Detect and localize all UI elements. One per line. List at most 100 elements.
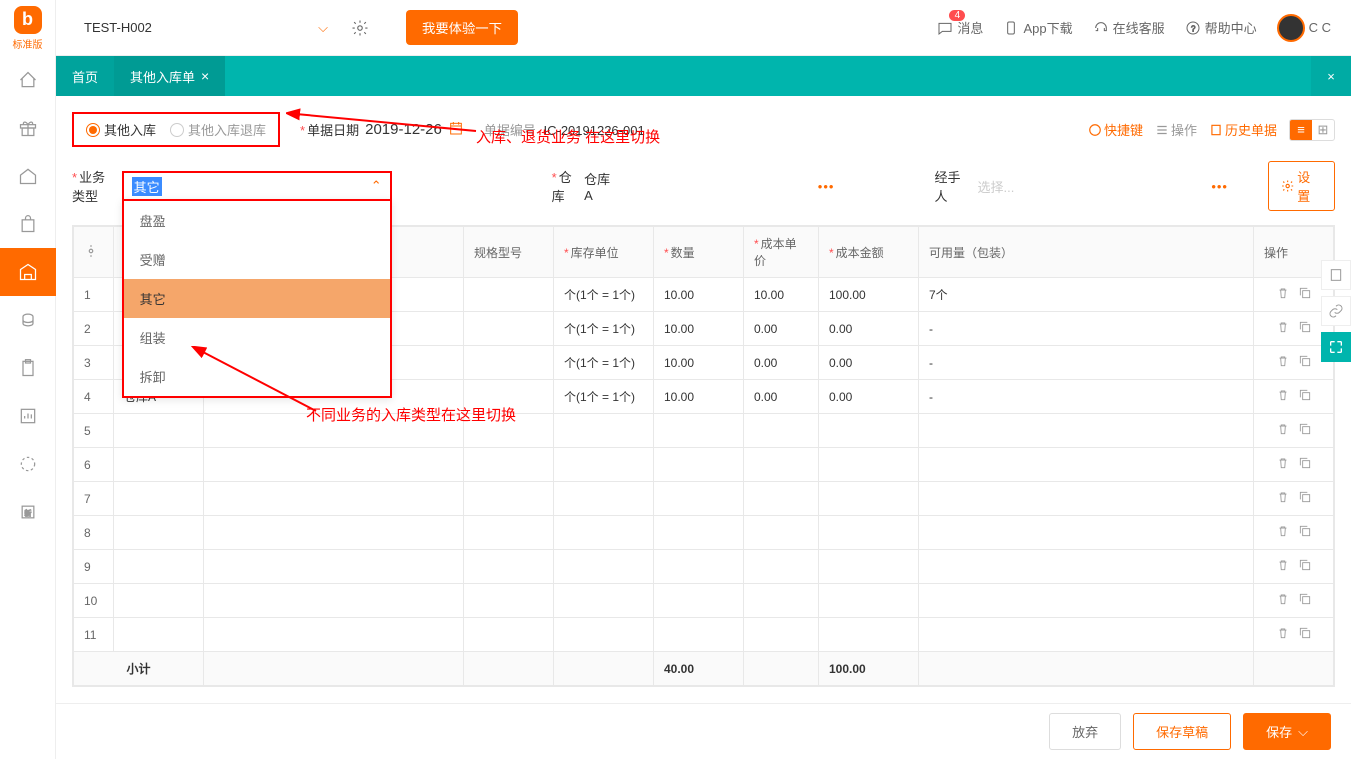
col-spec: 规格型号 <box>464 227 554 278</box>
app-download-label: App下载 <box>1023 18 1072 37</box>
nav-home[interactable] <box>0 56 56 104</box>
nav-report[interactable] <box>0 392 56 440</box>
dropdown-item[interactable]: 其它 <box>124 279 390 318</box>
ellipsis-icon[interactable]: ••• <box>818 179 835 194</box>
copy-icon[interactable] <box>1298 422 1312 439</box>
delete-icon[interactable] <box>1276 524 1290 541</box>
calendar-icon[interactable] <box>448 120 464 139</box>
shortcut-button[interactable]: 快捷键 <box>1088 120 1143 139</box>
nav-circle[interactable] <box>0 440 56 488</box>
discard-button[interactable]: 放弃 <box>1049 713 1121 750</box>
table-row[interactable]: 9 <box>74 550 1334 584</box>
radio-inbound[interactable]: 其他入库 <box>86 120 156 139</box>
delete-icon[interactable] <box>1276 286 1290 303</box>
company-select[interactable]: TEST-H002 ⌵ <box>76 12 336 44</box>
copy-icon[interactable] <box>1298 388 1312 405</box>
view-grid[interactable]: ⊞ <box>1312 120 1334 140</box>
rt-note-icon[interactable] <box>1321 260 1351 290</box>
ellipsis-icon[interactable]: ••• <box>1211 179 1228 194</box>
copy-icon[interactable] <box>1298 626 1312 643</box>
logo-text: 标准版 <box>13 36 43 51</box>
dropdown-item[interactable]: 盘盈 <box>124 201 390 240</box>
settings-icon[interactable] <box>344 12 376 44</box>
nav-clipboard[interactable] <box>0 344 56 392</box>
table-row[interactable]: 10 <box>74 584 1334 618</box>
gear-column-header[interactable] <box>74 227 114 278</box>
view-toggle: ≡ ⊞ <box>1289 119 1335 141</box>
nav-house[interactable] <box>0 152 56 200</box>
copy-icon[interactable] <box>1298 320 1312 337</box>
nav-new[interactable]: 新 <box>0 488 56 536</box>
date-field[interactable]: *单据日期 2019-12-26 <box>300 120 464 139</box>
tab-home[interactable]: 首页 <box>56 56 114 96</box>
save-draft-button[interactable]: 保存草稿 <box>1133 713 1231 750</box>
col-cost-price: *成本单价 <box>744 227 819 278</box>
copy-icon[interactable] <box>1298 592 1312 609</box>
copy-icon[interactable] <box>1298 558 1312 575</box>
tab-current[interactable]: 其他入库单 × <box>114 56 225 96</box>
tab-current-label: 其他入库单 <box>130 67 195 86</box>
dropdown-item[interactable]: 组装 <box>124 318 390 357</box>
delete-icon[interactable] <box>1276 388 1290 405</box>
left-sidebar: b 标准版 新 <box>0 0 56 759</box>
experience-button[interactable]: 我要体验一下 <box>406 10 518 45</box>
chevron-down-icon: ⌵ <box>1298 724 1308 740</box>
nav-gift[interactable] <box>0 104 56 152</box>
dropdown-item[interactable]: 受赠 <box>124 240 390 279</box>
biztype-select[interactable]: 其它 ⌃ <box>122 171 392 201</box>
logo-icon: b <box>14 6 42 34</box>
rt-expand-icon[interactable] <box>1321 332 1351 362</box>
user-menu[interactable]: C C <box>1277 14 1331 42</box>
radio-return-label: 其他入库退库 <box>188 120 266 139</box>
delete-icon[interactable] <box>1276 490 1290 507</box>
table-row[interactable]: 8 <box>74 516 1334 550</box>
tab-bar-close[interactable]: × <box>1311 56 1351 96</box>
copy-icon[interactable] <box>1298 286 1312 303</box>
save-button[interactable]: 保存 ⌵ <box>1243 713 1331 750</box>
message-button[interactable]: 消息 4 <box>937 18 983 37</box>
table-row[interactable]: 7 <box>74 482 1334 516</box>
operator-select[interactable]: 选择... <box>977 177 1205 196</box>
app-download-button[interactable]: App下载 <box>1003 18 1072 37</box>
online-cs-button[interactable]: 在线客服 <box>1093 18 1165 37</box>
biztype-dropdown: 盘盈 受赠 其它 组装 拆卸 <box>122 199 392 398</box>
table-row[interactable]: 11 <box>74 618 1334 652</box>
radio-return[interactable]: 其他入库退库 <box>170 120 266 139</box>
delete-icon[interactable] <box>1276 558 1290 575</box>
nav-bag[interactable] <box>0 200 56 248</box>
online-cs-label: 在线客服 <box>1113 18 1165 37</box>
history-button[interactable]: 历史单据 <box>1209 120 1277 139</box>
subtotal-qty: 40.00 <box>654 652 744 686</box>
footer: 放弃 保存草稿 保存 ⌵ <box>56 703 1351 759</box>
help-center-button[interactable]: ? 帮助中心 <box>1185 18 1257 37</box>
logo: b 标准版 <box>0 0 56 56</box>
copy-icon[interactable] <box>1298 490 1312 507</box>
table-row[interactable]: 6 <box>74 448 1334 482</box>
settings-button[interactable]: 设置 <box>1268 161 1335 211</box>
warehouse-value: 仓库A <box>584 169 612 203</box>
delete-icon[interactable] <box>1276 626 1290 643</box>
delete-icon[interactable] <box>1276 456 1290 473</box>
copy-icon[interactable] <box>1298 456 1312 473</box>
table-row[interactable]: 5 <box>74 414 1334 448</box>
delete-icon[interactable] <box>1276 592 1290 609</box>
copy-icon[interactable] <box>1298 354 1312 371</box>
delete-icon[interactable] <box>1276 320 1290 337</box>
delete-icon[interactable] <box>1276 422 1290 439</box>
view-list[interactable]: ≡ <box>1290 120 1312 140</box>
subtotal-label: 小计 <box>74 652 204 686</box>
rt-link-icon[interactable] <box>1321 296 1351 326</box>
nav-warehouse[interactable] <box>0 248 56 296</box>
nav-money[interactable] <box>0 296 56 344</box>
delete-icon[interactable] <box>1276 354 1290 371</box>
copy-icon[interactable] <box>1298 524 1312 541</box>
message-label: 消息 <box>957 18 983 37</box>
dropdown-item[interactable]: 拆卸 <box>124 357 390 396</box>
radio-inbound-label: 其他入库 <box>104 120 156 139</box>
close-icon[interactable]: × <box>201 68 209 84</box>
company-name: TEST-H002 <box>84 20 152 35</box>
operation-button[interactable]: 操作 <box>1155 120 1197 139</box>
radio-icon <box>86 123 100 137</box>
chevron-up-icon: ⌃ <box>371 178 382 194</box>
help-center-label: 帮助中心 <box>1205 18 1257 37</box>
